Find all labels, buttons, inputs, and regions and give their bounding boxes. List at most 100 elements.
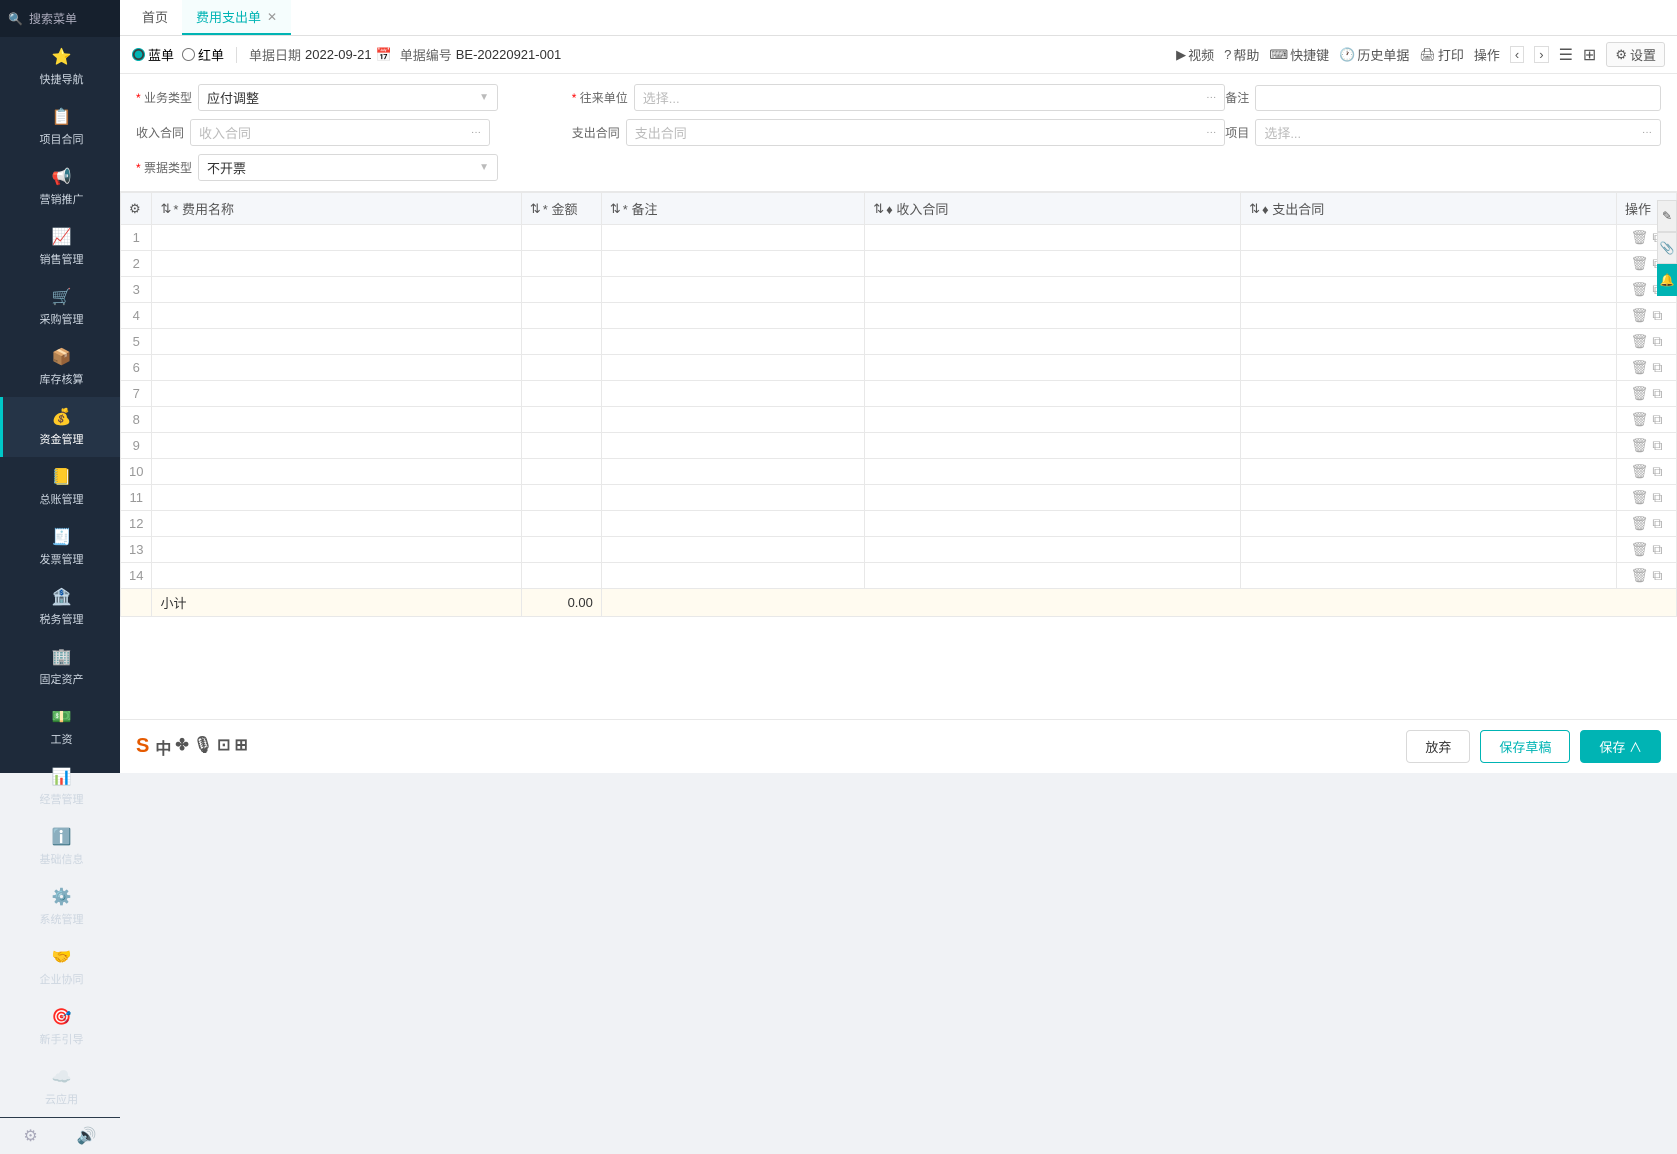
amount-cell[interactable] <box>521 251 601 277</box>
audio-icon[interactable]: 🔊 <box>77 1126 97 1146</box>
copy-icon[interactable]: ⧉ <box>1652 385 1662 402</box>
expense-name-cell[interactable] <box>152 407 521 433</box>
remark-cell[interactable] <box>601 511 864 537</box>
income-dots[interactable]: ··· <box>471 127 481 138</box>
sidebar-item-invoice-mgmt[interactable]: 🧾发票管理 <box>0 517 120 577</box>
blue-bill-radio[interactable]: 蓝单 <box>132 45 174 64</box>
expense-contract-cell[interactable] <box>1241 329 1617 355</box>
amount-cell[interactable] <box>521 329 601 355</box>
expense-dots[interactable]: ··· <box>1206 127 1216 138</box>
expense-name-cell[interactable] <box>152 459 521 485</box>
amount-cell[interactable] <box>521 459 601 485</box>
sidebar-item-marketing[interactable]: 📢营销推广 <box>0 157 120 217</box>
sidebar-item-fixed-assets[interactable]: 🏢固定资产 <box>0 637 120 697</box>
brand-icon-1[interactable]: 中 <box>155 735 171 759</box>
expense-contract-cell[interactable] <box>1241 459 1617 485</box>
amount-cell[interactable] <box>521 277 601 303</box>
sidebar-item-company-collab[interactable]: 🤝企业协同 <box>0 937 120 997</box>
business-type-input[interactable]: 应付调整 ▼ <box>198 84 498 111</box>
sidebar-item-inventory[interactable]: 📦库存核算 <box>0 337 120 397</box>
expense-contract-cell[interactable] <box>1241 277 1617 303</box>
calendar-icon[interactable]: 📅 <box>376 47 392 63</box>
delete-icon[interactable]: 🗑 <box>1631 281 1649 298</box>
copy-icon[interactable]: ⧉ <box>1652 463 1662 480</box>
expense-contract-cell[interactable] <box>1241 355 1617 381</box>
expense-name-cell[interactable] <box>152 511 521 537</box>
help-btn[interactable]: ? 帮助 <box>1224 45 1259 64</box>
remark-sort-icon[interactable]: ⇅ <box>610 201 621 217</box>
income-contract-cell[interactable] <box>865 329 1241 355</box>
expense-contract-sort-icon[interactable]: ⇅ <box>1249 201 1260 217</box>
delete-icon[interactable]: 🗑 <box>1631 229 1649 246</box>
invoice-type-input[interactable]: 不开票 ▼ <box>198 154 498 181</box>
delete-icon[interactable]: 🗑 <box>1631 489 1649 506</box>
delete-icon[interactable]: 🗑 <box>1631 307 1649 324</box>
expense-contract-cell[interactable] <box>1241 563 1617 589</box>
expense-contract-cell[interactable] <box>1241 407 1617 433</box>
settings-icon[interactable]: ⚙ <box>23 1126 37 1146</box>
amount-sort-icon[interactable]: ⇅ <box>530 201 541 217</box>
expense-contract-cell[interactable] <box>1241 433 1617 459</box>
copy-icon[interactable]: ⧉ <box>1652 437 1662 454</box>
income-contract-cell[interactable] <box>865 225 1241 251</box>
tab-expense-bill[interactable]: 费用支出单✕ <box>182 0 291 35</box>
operation-btn[interactable]: 操作 <box>1474 45 1500 64</box>
expense-contract-cell[interactable] <box>1241 251 1617 277</box>
delete-icon[interactable]: 🗑 <box>1631 463 1649 480</box>
amount-cell[interactable] <box>521 433 601 459</box>
project-dots[interactable]: ··· <box>1642 127 1652 138</box>
expense-name-cell[interactable] <box>152 537 521 563</box>
project-input[interactable]: 选择... ··· <box>1255 119 1661 146</box>
amount-cell[interactable] <box>521 485 601 511</box>
amount-cell[interactable] <box>521 511 601 537</box>
print-btn[interactable]: 🖨 打印 <box>1419 45 1464 64</box>
partner-input[interactable]: 选择... ··· <box>634 84 1226 111</box>
remark-cell[interactable] <box>601 329 864 355</box>
sidebar-item-cloud-app[interactable]: ☁️云应用 <box>0 1057 120 1117</box>
income-contract-cell[interactable] <box>865 459 1241 485</box>
expense-name-cell[interactable] <box>152 485 521 511</box>
expense-name-cell[interactable] <box>152 277 521 303</box>
red-bill-radio[interactable]: 红单 <box>182 45 224 64</box>
sidebar-item-tax-mgmt[interactable]: 🏦税务管理 <box>0 577 120 637</box>
sidebar-item-sys-mgmt[interactable]: ⚙️系统管理 <box>0 877 120 937</box>
copy-icon[interactable]: ⧉ <box>1652 333 1662 350</box>
delete-icon[interactable]: 🗑 <box>1631 541 1649 558</box>
sidebar-search[interactable]: 🔍 搜索菜单 <box>0 0 120 37</box>
income-contract-cell[interactable] <box>865 251 1241 277</box>
right-panel-edit-icon[interactable]: ✎ <box>1657 200 1677 232</box>
remark-cell[interactable] <box>601 277 864 303</box>
delete-icon[interactable]: 🗑 <box>1631 333 1649 350</box>
sidebar-item-accounting[interactable]: 📒总账管理 <box>0 457 120 517</box>
expense-contract-cell[interactable] <box>1241 537 1617 563</box>
table-settings-col[interactable]: ⚙ <box>121 193 152 225</box>
amount-cell[interactable] <box>521 225 601 251</box>
tab-home[interactable]: 首页 <box>128 0 182 35</box>
copy-icon[interactable]: ⧉ <box>1652 541 1662 558</box>
video-btn[interactable]: ▶ 视频 <box>1176 45 1214 64</box>
copy-icon[interactable]: ⧉ <box>1652 359 1662 376</box>
sidebar-item-project-contract[interactable]: 📋项目合同 <box>0 97 120 157</box>
brand-icon-4[interactable]: ⊡ <box>217 735 230 759</box>
remark-cell[interactable] <box>601 251 864 277</box>
sidebar-item-sales-mgmt[interactable]: 📈销售管理 <box>0 217 120 277</box>
nav-prev-btn[interactable]: ‹ <box>1510 46 1524 63</box>
discard-button[interactable]: 放弃 <box>1406 730 1470 763</box>
expense-contract-cell[interactable] <box>1241 303 1617 329</box>
tab-expense-bill-close[interactable]: ✕ <box>267 10 277 24</box>
expense-contract-cell[interactable] <box>1241 511 1617 537</box>
income-contract-cell[interactable] <box>865 433 1241 459</box>
view-list-btn[interactable]: ☰ <box>1559 45 1573 65</box>
copy-icon[interactable]: ⧉ <box>1652 489 1662 506</box>
copy-icon[interactable]: ⧉ <box>1652 307 1662 324</box>
delete-icon[interactable]: 🗑 <box>1631 567 1649 584</box>
remark-cell[interactable] <box>601 563 864 589</box>
remark-cell[interactable] <box>601 407 864 433</box>
income-contract-cell[interactable] <box>865 303 1241 329</box>
amount-cell[interactable] <box>521 303 601 329</box>
income-contract-input[interactable]: 收入合同 ··· <box>190 119 490 146</box>
save-draft-button[interactable]: 保存草稿 <box>1480 730 1570 763</box>
expense-contract-input[interactable]: 支出合同 ··· <box>626 119 1226 146</box>
delete-icon[interactable]: 🗑 <box>1631 437 1649 454</box>
copy-icon[interactable]: ⧉ <box>1652 567 1662 584</box>
